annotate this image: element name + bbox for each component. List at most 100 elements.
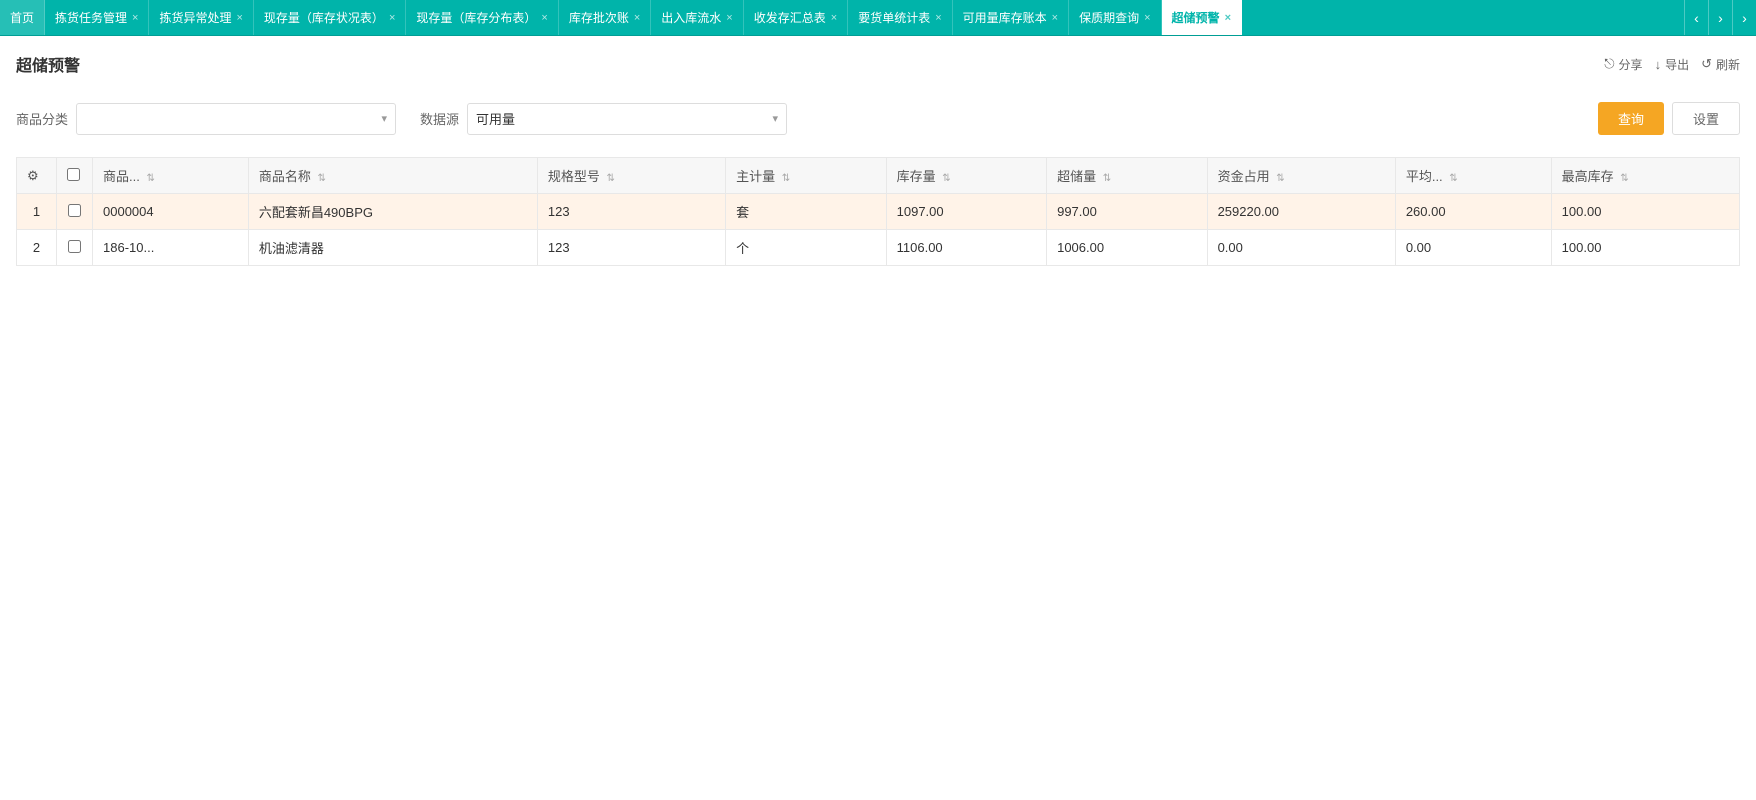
table-row: 1 0000004 六配套新昌490BPG 123 套 1097.00 997.… bbox=[17, 194, 1740, 230]
datasource-filter: 数据源 可用量 ▾ bbox=[420, 103, 787, 135]
table-header: ⚙ 商品... ⇅ 商品名称 ⇅ 规格型号 ⇅ 主计量 bbox=[17, 158, 1740, 194]
close-icon[interactable]: × bbox=[831, 12, 837, 24]
datasource-select[interactable]: 可用量 ▾ bbox=[467, 103, 787, 135]
max-stock: 100.00 bbox=[1551, 194, 1739, 230]
close-icon[interactable]: × bbox=[1225, 12, 1231, 24]
unit-header[interactable]: 主计量 ⇅ bbox=[726, 158, 886, 194]
filter-buttons: 查询 设置 bbox=[1598, 102, 1740, 135]
stock: 1097.00 bbox=[886, 194, 1046, 230]
product-code: 0000004 bbox=[93, 194, 249, 230]
filter-area: 商品分类 ▾ 数据源 可用量 ▾ 查询 设置 bbox=[16, 92, 1740, 145]
nav-tab-inout-flow[interactable]: 出入库流水 × bbox=[651, 0, 743, 36]
page-header: 超储预警 ⎋ 分享 ↓ 导出 ↺ 刷新 bbox=[16, 52, 1740, 76]
nav-tab-pick-exception[interactable]: 拣货异常处理 × bbox=[149, 0, 253, 36]
nav-tab-stock-dist[interactable]: 现存量（库存分布表） × bbox=[406, 0, 558, 36]
overstock: 1006.00 bbox=[1047, 230, 1207, 266]
product-code: 186-10... bbox=[93, 230, 249, 266]
avg: 260.00 bbox=[1395, 194, 1551, 230]
unit: 个 bbox=[726, 230, 886, 266]
close-icon[interactable]: × bbox=[132, 12, 138, 24]
datasource-select-value: 可用量 bbox=[476, 109, 515, 128]
unit: 套 bbox=[726, 194, 886, 230]
nav-tab-overstock[interactable]: 超储预警 × bbox=[1162, 0, 1242, 36]
nav-tab-available-stock[interactable]: 可用量库存账本 × bbox=[953, 0, 1069, 36]
nav-tab-summary[interactable]: 收发存汇总表 × bbox=[744, 0, 848, 36]
nav-tab-shelf-life[interactable]: 保质期查询 × bbox=[1069, 0, 1161, 36]
max-stock: 100.00 bbox=[1551, 230, 1739, 266]
nav-tab-stock-status[interactable]: 现存量（库存状况表） × bbox=[254, 0, 406, 36]
sort-icon: ⇅ bbox=[317, 173, 325, 184]
sort-icon: ⇅ bbox=[607, 173, 615, 184]
sort-icon: ⇅ bbox=[1620, 173, 1628, 184]
close-icon[interactable]: × bbox=[726, 12, 732, 24]
row-index: 2 bbox=[17, 230, 57, 266]
settings-button[interactable]: 设置 bbox=[1672, 102, 1740, 135]
category-filter: 商品分类 ▾ bbox=[16, 103, 396, 135]
gear-column-header[interactable]: ⚙ bbox=[17, 158, 57, 194]
gear-icon[interactable]: ⚙ bbox=[27, 168, 39, 183]
close-icon[interactable]: × bbox=[541, 12, 547, 24]
spec-header[interactable]: 规格型号 ⇅ bbox=[537, 158, 725, 194]
product-name: 机油滤清器 bbox=[248, 230, 537, 266]
avg-header[interactable]: 平均... ⇅ bbox=[1395, 158, 1551, 194]
select-all-checkbox[interactable] bbox=[67, 168, 80, 181]
query-button[interactable]: 查询 bbox=[1598, 102, 1664, 135]
row-checkbox[interactable] bbox=[68, 204, 81, 217]
nav-more-button[interactable]: › bbox=[1732, 0, 1756, 36]
spec: 123 bbox=[537, 230, 725, 266]
max-stock-header[interactable]: 最高库存 ⇅ bbox=[1551, 158, 1739, 194]
header-actions: ⎋ 分享 ↓ 导出 ↺ 刷新 bbox=[1604, 56, 1740, 73]
nav-tab-home[interactable]: 首页 bbox=[0, 0, 45, 36]
overstock: 997.00 bbox=[1047, 194, 1207, 230]
share-icon: ⎋ bbox=[1604, 56, 1614, 72]
product-name-header[interactable]: 商品名称 ⇅ bbox=[248, 158, 537, 194]
chevron-down-icon: ▾ bbox=[381, 112, 387, 125]
export-button[interactable]: ↓ 导出 bbox=[1655, 56, 1690, 73]
close-icon[interactable]: × bbox=[389, 12, 395, 24]
sort-icon: ⇅ bbox=[1449, 173, 1457, 184]
category-select[interactable]: ▾ bbox=[76, 103, 396, 135]
capital: 259220.00 bbox=[1207, 194, 1395, 230]
close-icon[interactable]: × bbox=[1144, 12, 1150, 24]
sort-icon: ⇅ bbox=[1276, 173, 1284, 184]
nav-next-button[interactable]: › bbox=[1708, 0, 1732, 36]
table-body: 1 0000004 六配套新昌490BPG 123 套 1097.00 997.… bbox=[17, 194, 1740, 266]
stock-header[interactable]: 库存量 ⇅ bbox=[886, 158, 1046, 194]
sort-icon: ⇅ bbox=[782, 173, 790, 184]
share-button[interactable]: ⎋ 分享 bbox=[1604, 56, 1642, 73]
spec: 123 bbox=[537, 194, 725, 230]
product-name: 六配套新昌490BPG bbox=[248, 194, 537, 230]
sort-icon: ⇅ bbox=[1103, 173, 1111, 184]
avg: 0.00 bbox=[1395, 230, 1551, 266]
close-icon[interactable]: × bbox=[236, 12, 242, 24]
product-code-header[interactable]: 商品... ⇅ bbox=[93, 158, 249, 194]
nav-tab-batch[interactable]: 库存批次账 × bbox=[559, 0, 651, 36]
top-navigation: 首页 拣货任务管理 × 拣货异常处理 × 现存量（库存状况表） × 现存量（库存… bbox=[0, 0, 1756, 36]
category-label: 商品分类 bbox=[16, 109, 68, 128]
datasource-label: 数据源 bbox=[420, 109, 459, 128]
close-icon[interactable]: × bbox=[634, 12, 640, 24]
overstock-header[interactable]: 超储量 ⇅ bbox=[1047, 158, 1207, 194]
row-checkbox-cell[interactable] bbox=[57, 230, 93, 266]
sort-icon: ⇅ bbox=[146, 173, 154, 184]
data-table: ⚙ 商品... ⇅ 商品名称 ⇅ 规格型号 ⇅ 主计量 bbox=[16, 157, 1740, 266]
nav-prev-button[interactable]: ‹ bbox=[1684, 0, 1708, 36]
close-icon[interactable]: × bbox=[935, 12, 941, 24]
nav-tab-order-stat[interactable]: 要货单统计表 × bbox=[848, 0, 952, 36]
row-checkbox-cell[interactable] bbox=[57, 194, 93, 230]
nav-arrows: ‹ › › bbox=[1684, 0, 1756, 36]
stock: 1106.00 bbox=[886, 230, 1046, 266]
capital-header[interactable]: 资金占用 ⇅ bbox=[1207, 158, 1395, 194]
page-content: 超储预警 ⎋ 分享 ↓ 导出 ↺ 刷新 商品分类 ▾ 数据源 bbox=[0, 36, 1756, 800]
close-icon[interactable]: × bbox=[1052, 12, 1058, 24]
refresh-button[interactable]: ↺ 刷新 bbox=[1701, 56, 1740, 73]
chevron-down-icon: ▾ bbox=[773, 112, 779, 125]
nav-tab-pick-task[interactable]: 拣货任务管理 × bbox=[45, 0, 149, 36]
refresh-icon: ↺ bbox=[1701, 56, 1712, 72]
export-icon: ↓ bbox=[1655, 57, 1662, 72]
table-row: 2 186-10... 机油滤清器 123 个 1106.00 1006.00 … bbox=[17, 230, 1740, 266]
page-title: 超储预警 bbox=[16, 52, 80, 76]
checkbox-column-header[interactable] bbox=[57, 158, 93, 194]
sort-icon: ⇅ bbox=[942, 173, 950, 184]
row-checkbox[interactable] bbox=[68, 240, 81, 253]
